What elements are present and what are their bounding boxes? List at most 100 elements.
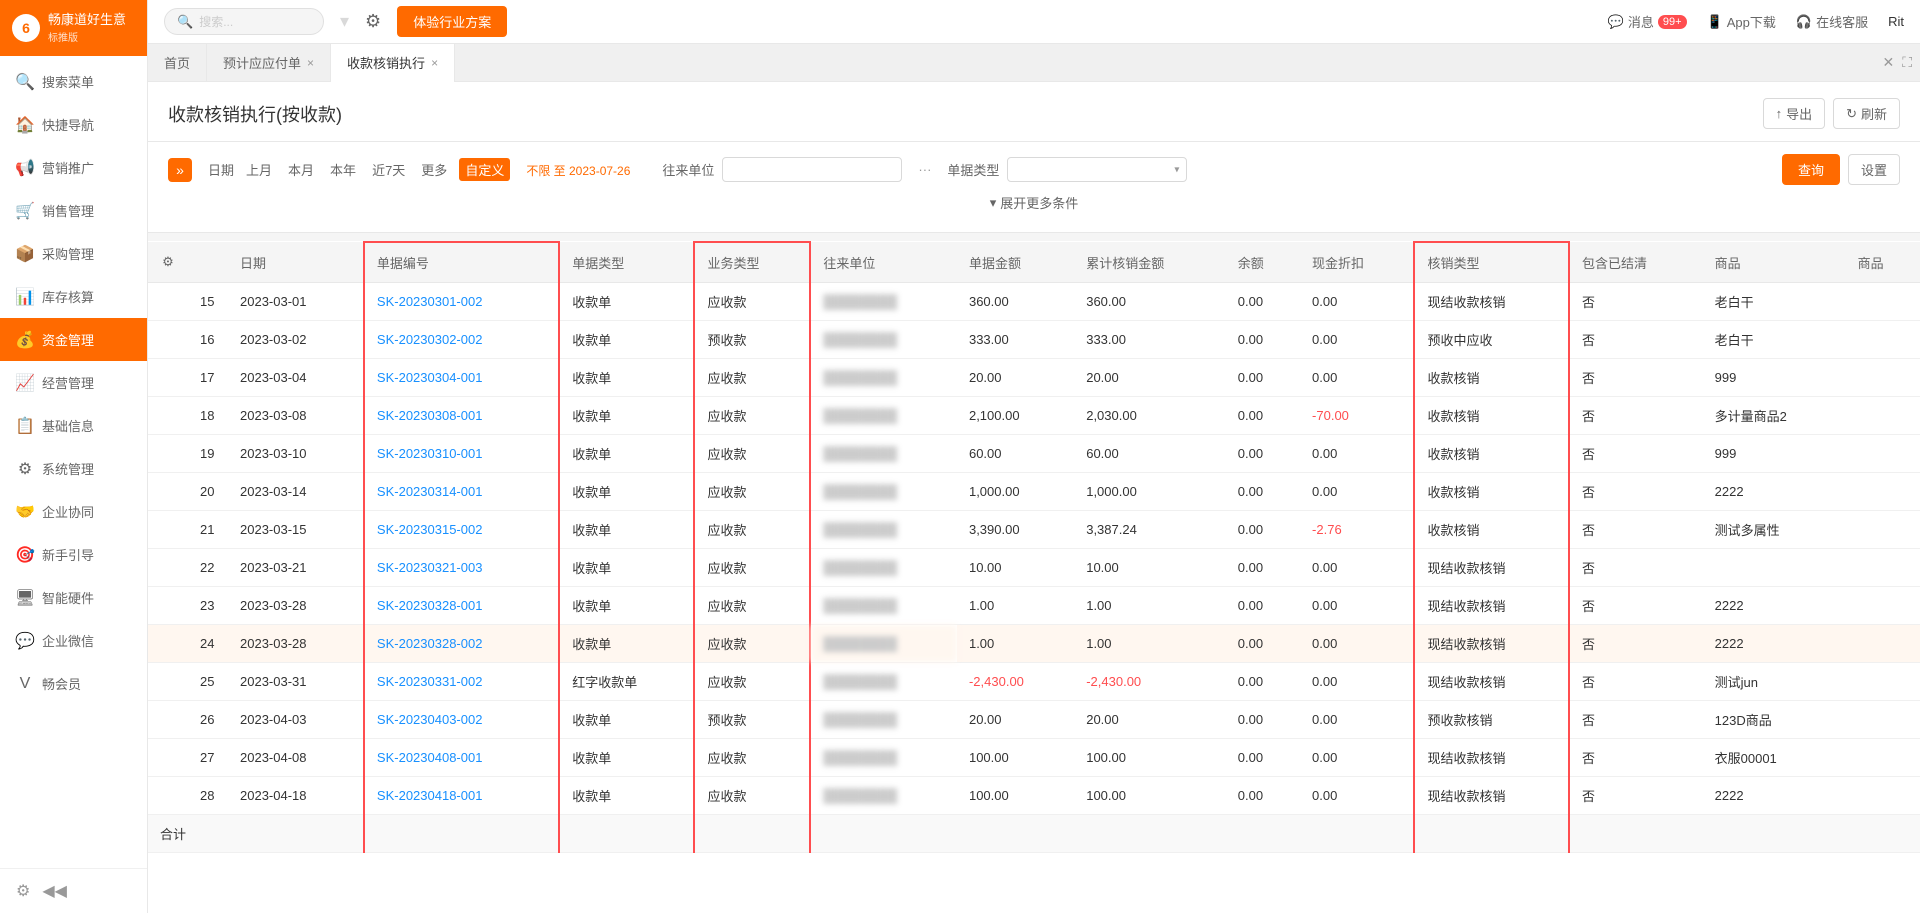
expand-tab-control[interactable]: ⛶ <box>1902 54 1912 71</box>
row-settings[interactable] <box>148 701 188 739</box>
sidebar-item-营销推广[interactable]: 📢 营销推广 <box>0 146 147 189</box>
settings-gear-icon[interactable]: ⚙ <box>365 11 381 32</box>
row-settings[interactable] <box>148 739 188 777</box>
expand-icon: ▾ <box>990 195 997 211</box>
sidebar-icon: 📋 <box>16 417 34 435</box>
row-no: 24 <box>188 625 228 663</box>
row-settings[interactable] <box>148 549 188 587</box>
filter-more-dates[interactable]: 更多 <box>417 158 451 181</box>
refresh-button[interactable]: ↻ 刷新 <box>1833 98 1900 129</box>
filter-toggle-button[interactable]: » <box>168 158 192 182</box>
table-row: 20 2023-03-14 SK-20230314-001 收款单 应收款 ██… <box>148 473 1920 511</box>
row-settings[interactable] <box>148 435 188 473</box>
row-product: 999 <box>1703 359 1846 397</box>
row-include-settled: 否 <box>1569 625 1703 663</box>
collapse-icon[interactable]: ◀◀ <box>42 881 67 901</box>
query-button[interactable]: 查询 <box>1782 154 1840 185</box>
row-biz-type: 应收款 <box>694 283 810 321</box>
notification-item[interactable]: 💬 消息 99+ <box>1608 12 1687 31</box>
row-settings[interactable] <box>148 663 188 701</box>
row-doc-no: SK-20230308-001 <box>364 397 559 435</box>
sidebar-item-销售管理[interactable]: 🛒 销售管理 <box>0 189 147 232</box>
row-settings[interactable] <box>148 777 188 815</box>
row-settings[interactable] <box>148 511 188 549</box>
app-download-item[interactable]: 📱 App下载 <box>1707 12 1776 31</box>
data-table: ⚙ 日期 单据编号 单据类型 业务类型 往来单位 单据金额 累计核销金额 余额 … <box>148 241 1920 853</box>
filter-this-year[interactable]: 本年 <box>326 158 360 181</box>
export-button[interactable]: ↑ 导出 <box>1763 98 1826 129</box>
col-product: 商品 <box>1703 242 1846 283</box>
row-doc-type: 收款单 <box>559 283 694 321</box>
row-partner: ████████ <box>810 663 957 701</box>
search-placeholder-text: 搜索... <box>199 13 233 30</box>
topbar-search[interactable]: 🔍 搜索... <box>164 8 324 35</box>
row-discount: -2.76 <box>1300 511 1414 549</box>
sidebar-item-企业协同[interactable]: 🤝 企业协同 <box>0 490 147 533</box>
row-product: 多计量商品2 <box>1703 397 1846 435</box>
sidebar-item-企业微信[interactable]: 💬 企业微信 <box>0 619 147 662</box>
row-settings[interactable] <box>148 321 188 359</box>
filter-this-month[interactable]: 本月 <box>284 158 318 181</box>
filter-last-7days[interactable]: 近7天 <box>368 158 409 181</box>
expand-icon[interactable]: ▾ <box>340 11 349 32</box>
filter-more-button[interactable]: ··· <box>918 162 931 177</box>
sidebar-label: 企业微信 <box>42 631 94 650</box>
filter-settings-button[interactable]: 设置 <box>1848 154 1900 185</box>
sidebar-icon: 📈 <box>16 374 34 392</box>
filter-last-month[interactable]: 上月 <box>242 158 276 181</box>
row-partner: ████████ <box>810 511 957 549</box>
row-discount: 0.00 <box>1300 587 1414 625</box>
sidebar-item-库存核算[interactable]: 📊 库存核算 <box>0 275 147 318</box>
sidebar-item-畅会员[interactable]: V 畅会员 <box>0 662 147 705</box>
tab-close-icon-2[interactable]: × <box>431 56 438 70</box>
sidebar-item-系统管理[interactable]: ⚙ 系统管理 <box>0 447 147 490</box>
mobile-icon: 📱 <box>1707 14 1723 30</box>
tab-prepayment[interactable]: 预计应应付单 × <box>207 44 331 82</box>
tab-close-icon[interactable]: × <box>307 56 314 70</box>
row-settings[interactable] <box>148 283 188 321</box>
sidebar: 6 畅康道好生意 标推版 🔍 搜索菜单 🏠 快捷导航 📢 营销推广 🛒 销售管理… <box>0 0 148 913</box>
sidebar-item-资金管理[interactable]: 💰 资金管理 <box>0 318 147 361</box>
sidebar-item-快捷导航[interactable]: 🏠 快捷导航 <box>0 103 147 146</box>
tab-controls: ✕ ⛶ <box>1874 54 1920 71</box>
row-settings[interactable] <box>148 473 188 511</box>
col-doc-type: 单据类型 <box>559 242 694 283</box>
settings-icon[interactable]: ⚙ <box>16 881 30 901</box>
row-balance: 0.00 <box>1226 739 1300 777</box>
row-settings[interactable] <box>148 397 188 435</box>
row-biz-type: 应收款 <box>694 739 810 777</box>
sidebar-label: 企业协同 <box>42 502 94 521</box>
row-product: 老白干 <box>1703 283 1846 321</box>
sidebar-item-新手引导[interactable]: 🎯 新手引导 <box>0 533 147 576</box>
sidebar-icon: 📊 <box>16 288 34 306</box>
tab-collection-verify[interactable]: 收款核销执行 × <box>331 44 455 82</box>
table-row: 18 2023-03-08 SK-20230308-001 收款单 应收款 ██… <box>148 397 1920 435</box>
row-discount: 0.00 <box>1300 739 1414 777</box>
close-tab-control[interactable]: ✕ <box>1882 54 1894 71</box>
col-settings[interactable]: ⚙ <box>148 242 188 283</box>
sidebar-item-智能硬件[interactable]: 🖥 智能硬件 <box>0 576 147 619</box>
row-cancel-type: 预收中应收 <box>1414 321 1569 359</box>
sidebar-item-采购管理[interactable]: 📦 采购管理 <box>0 232 147 275</box>
sidebar-item-基础信息[interactable]: 📋 基础信息 <box>0 404 147 447</box>
sidebar-item-搜索菜单[interactable]: 🔍 搜索菜单 <box>0 60 147 103</box>
table-row: 25 2023-03-31 SK-20230331-002 红字收款单 应收款 … <box>148 663 1920 701</box>
tab-home[interactable]: 首页 <box>148 44 207 82</box>
filter-doctype-select[interactable] <box>1007 157 1187 182</box>
filter-custom-date[interactable]: 自定义 <box>459 158 510 181</box>
row-biz-type: 应收款 <box>694 473 810 511</box>
expand-conditions-button[interactable]: ▾ 展开更多条件 <box>168 185 1900 220</box>
sidebar-label: 畅会员 <box>42 674 81 693</box>
row-discount: 0.00 <box>1300 321 1414 359</box>
sidebar-label: 库存核算 <box>42 287 94 306</box>
row-settings[interactable] <box>148 625 188 663</box>
row-verified: 20.00 <box>1074 701 1226 739</box>
row-partner: ████████ <box>810 701 957 739</box>
row-settings[interactable] <box>148 587 188 625</box>
row-settings[interactable] <box>148 359 188 397</box>
sidebar-item-经营管理[interactable]: 📈 经营管理 <box>0 361 147 404</box>
filter-partner-input[interactable] <box>722 157 902 182</box>
online-service-item[interactable]: 🎧 在线客服 <box>1796 12 1868 31</box>
industry-solution-button[interactable]: 体验行业方案 <box>397 6 507 37</box>
tab-bar: 首页 预计应应付单 × 收款核销执行 × ✕ ⛶ <box>148 44 1920 82</box>
